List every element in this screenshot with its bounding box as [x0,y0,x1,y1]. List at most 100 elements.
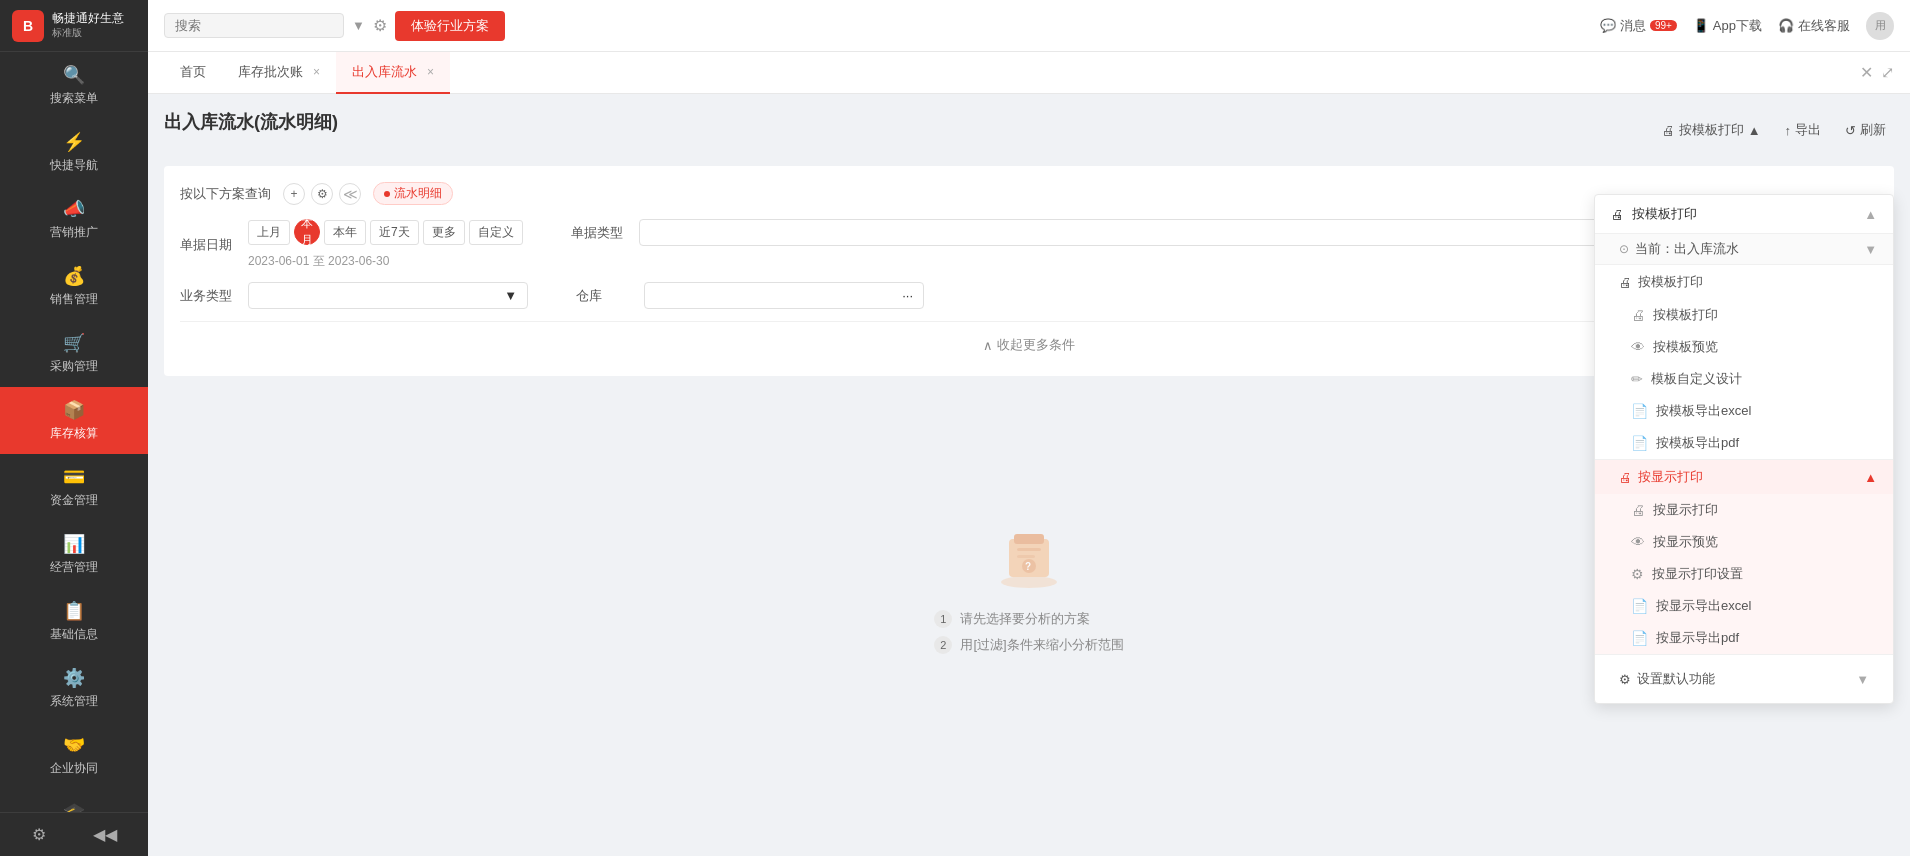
app-download-button[interactable]: 📱 App下载 [1693,17,1762,35]
display-pdf-icon: 📄 [1631,630,1648,646]
settings-bottom-icon[interactable]: ⚙ [32,825,46,844]
purchase-icon: 🛒 [63,332,85,354]
tab-flow-close-icon[interactable]: × [427,65,434,79]
dropdown-display-export-pdf-item[interactable]: 📄 按显示导出pdf [1595,622,1893,654]
date-this-year-btn[interactable]: 本年 [324,220,366,245]
filter-tag-item[interactable]: 流水明细 [373,182,453,205]
step-2-text: 用[过滤]条件来缩小分析范围 [960,636,1123,654]
doc-type-label: 单据类型 [571,224,631,242]
sidebar-item-search[interactable]: 🔍 搜索菜单 [0,52,148,119]
tab-expand-icon[interactable]: ⤢ [1881,63,1894,82]
topbar-left: ▼ ⚙ 体验行业方案 [164,11,505,41]
warehouse-select[interactable]: ··· [644,282,924,309]
sidebar-item-inventory[interactable]: 📦 库存核算 [0,387,148,454]
sidebar-item-label: 企业协同 [50,760,98,777]
base-icon: 📋 [63,600,85,622]
topbar: ▼ ⚙ 体验行业方案 💬 消息 99+ 📱 App下载 🎧 在线客服 [148,0,1910,52]
custom-label: 模板自定义设计 [1651,370,1742,388]
warehouse-label: 仓库 [576,287,636,305]
sidebar-item-operations[interactable]: 📊 经营管理 [0,521,148,588]
online-service-button[interactable]: 🎧 在线客服 [1778,17,1850,35]
chevron-up-icon: ∧ [983,338,993,353]
date-custom-btn[interactable]: 自定义 [469,220,523,245]
topbar-dropdown-icon[interactable]: ▼ [352,18,365,33]
sidebar-item-base[interactable]: 📋 基础信息 [0,588,148,655]
dropdown-header-title: 🖨 按模板打印 [1611,205,1697,223]
sidebar-item-purchase[interactable]: 🛒 采购管理 [0,320,148,387]
sidebar-item-sales[interactable]: 💰 销售管理 [0,253,148,320]
svg-rect-4 [1017,555,1035,558]
sidebar-item-system[interactable]: ⚙️ 系统管理 [0,655,148,722]
topbar-gear-icon[interactable]: ⚙ [373,16,387,35]
quicknav-icon: ⚡ [63,131,85,153]
custom-icon: ✏ [1631,371,1643,387]
date-7days-btn[interactable]: 近7天 [370,220,419,245]
dropdown-display-export-excel-item[interactable]: 📄 按显示导出excel [1595,590,1893,622]
sidebar-item-finance[interactable]: 💳 资金管理 [0,454,148,521]
sidebar-item-marketing[interactable]: 📣 营销推广 [0,186,148,253]
dropdown-template-print-item[interactable]: 🖨 按模板打印 [1595,299,1893,331]
collab-icon: 🤝 [63,734,85,756]
topbar-search-input[interactable] [164,13,344,38]
tab-batch-label: 库存批次账 [238,63,303,81]
collapse-filter-icon[interactable]: ≪ [339,183,361,205]
dropdown-template-export-excel-item[interactable]: 📄 按模板导出excel [1595,395,1893,427]
sidebar-item-label: 销售管理 [50,291,98,308]
collapse-sidebar-icon[interactable]: ◀◀ [93,825,117,844]
trial-button[interactable]: 体验行业方案 [395,11,505,41]
pdf-icon: 📄 [1631,435,1648,451]
dropdown-display-print-item[interactable]: 🖨 按显示打印 [1595,494,1893,526]
brand-info: 畅捷通好生意 标准版 [52,11,124,41]
sidebar-item-label: 经营管理 [50,559,98,576]
set-default-button[interactable]: ⚙ 设置默认功能 ▼ [1611,663,1877,695]
export-button[interactable]: ↑ 导出 [1777,117,1830,143]
dropdown-template-preview-item[interactable]: 👁 按模板预览 [1595,331,1893,363]
sidebar-item-label: 采购管理 [50,358,98,375]
footer-chevron-icon: ▼ [1856,672,1869,687]
print-template-label: 按模板打印 [1679,121,1744,139]
excel-label: 按模板导出excel [1656,402,1751,420]
tab-close-all-icon[interactable]: ✕ [1860,63,1873,82]
svg-text:?: ? [1025,561,1031,572]
refresh-button[interactable]: ↺ 刷新 [1837,117,1894,143]
message-label: 消息 [1620,17,1646,35]
date-prev-month-btn[interactable]: 上月 [248,220,290,245]
print-item-icon: 🖨 [1631,307,1645,323]
biz-type-select[interactable]: ▼ [248,282,528,309]
dropdown-display-preview-item[interactable]: 👁 按显示预览 [1595,526,1893,558]
refresh-icon: ↺ [1845,123,1856,138]
app-download-label: App下载 [1713,17,1762,35]
display-print-icon: 🖨 [1619,470,1632,485]
tab-flow[interactable]: 出入库流水 × [336,52,450,94]
sidebar-item-quicknav[interactable]: ⚡ 快捷导航 [0,119,148,186]
message-button[interactable]: 💬 消息 99+ [1600,17,1677,35]
user-avatar[interactable]: 用 [1866,12,1894,40]
dropdown-display-print-settings-item[interactable]: ⚙ 按显示打印设置 [1595,558,1893,590]
svg-rect-2 [1014,534,1044,544]
sidebar-item-newbie[interactable]: 🎓 新手引导 [0,789,148,812]
add-filter-button[interactable]: + [283,183,305,205]
step-2-num: 2 [934,636,952,654]
display-print-section-header[interactable]: 🖨 按显示打印 ▲ [1595,460,1893,494]
dropdown-template-export-pdf-item[interactable]: 📄 按模板导出pdf [1595,427,1893,459]
search-icon: 🔍 [63,64,85,86]
dropdown-header-label: 按模板打印 [1632,205,1697,223]
sidebar-item-collab[interactable]: 🤝 企业协同 [0,722,148,789]
template-print-section-header[interactable]: 🖨 按模板打印 [1595,265,1893,299]
tab-home[interactable]: 首页 [164,52,222,94]
tab-batch[interactable]: 库存批次账 × [222,52,336,94]
date-this-month-btn[interactable]: 本月 [294,219,320,245]
dropdown-header[interactable]: 🖨 按模板打印 ▲ [1595,195,1893,234]
print-template-button[interactable]: 🖨 按模板打印 ▲ [1654,117,1769,143]
biz-type-dropdown-icon: ▼ [504,288,517,303]
filter-settings-icon[interactable]: ⚙ [311,183,333,205]
sidebar-bottom: ⚙ ◀◀ [0,812,148,856]
tab-batch-close-icon[interactable]: × [313,65,320,79]
date-more-btn[interactable]: 更多 [423,220,465,245]
warehouse-filter-group: 仓库 ··· [576,282,924,309]
display-pdf-label: 按显示导出pdf [1656,629,1739,647]
tag-label: 流水明细 [394,185,442,202]
page-header-actions: 🖨 按模板打印 ▲ ↑ 导出 ↺ 刷新 [1654,117,1894,143]
dropdown-template-custom-item[interactable]: ✏ 模板自定义设计 [1595,363,1893,395]
svg-point-0 [1001,576,1057,588]
